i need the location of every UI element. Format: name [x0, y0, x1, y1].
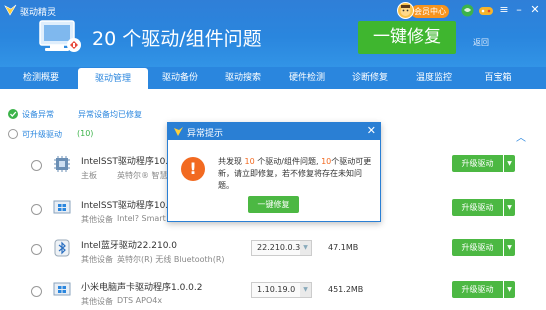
dialog-message: 共发现 10 个驱动/组件问题, 10个驱动可更新，请立即修复，若不修复将存在未… — [218, 156, 374, 192]
close-icon[interactable]: ✕ — [528, 3, 542, 17]
update-count: 10 — [321, 157, 332, 166]
tab-temp-monitor[interactable]: 温度监控 — [403, 67, 465, 89]
section-label: 可升级驱动 — [22, 130, 62, 139]
driver-category: 主板 — [81, 171, 97, 180]
problem-count: 10 — [244, 157, 255, 166]
one-click-repair-button[interactable]: 一键修复 — [358, 21, 456, 54]
driver-name: Intel蓝牙驱动22.210.0 — [81, 241, 178, 251]
vip-label: 会员中心 — [411, 5, 449, 18]
tab-toolbox[interactable]: 百宝箱 — [467, 67, 529, 89]
driver-category: 其他设备 — [81, 297, 113, 306]
version-select[interactable]: 22.210.0.3 ▼ — [251, 240, 312, 256]
chevron-down-icon[interactable]: ▼ — [504, 155, 515, 172]
row-select-radio[interactable] — [31, 204, 42, 215]
upgrade-driver-button[interactable]: 升级驱动 — [452, 239, 503, 256]
upgrade-driver-button[interactable]: 升级驱动 — [452, 281, 503, 298]
section-select-radio[interactable] — [8, 129, 18, 139]
header: 驱动精灵 会员中心 ≡ – ✕ 20 个驱动/组件问题 一键修复 返回 — [0, 0, 546, 67]
driver-device: DTS APO4x — [117, 296, 163, 305]
tab-driver-search[interactable]: 驱动搜索 — [212, 67, 274, 89]
upgrade-driver-button[interactable]: 升级驱动 — [452, 155, 503, 172]
chevron-down-icon[interactable]: ▼ — [300, 283, 311, 297]
driver-category: 其他设备 — [81, 255, 113, 264]
dialog-repair-button[interactable]: 一键修复 — [248, 196, 299, 213]
driver-size: 47.1MB — [328, 243, 359, 252]
version-value: 1.10.19.0 — [257, 285, 296, 294]
driver-device: 英特尔(R) 无线 Bluetooth(R) — [117, 255, 225, 264]
row-select-radio[interactable] — [31, 160, 42, 171]
app-logo-icon — [174, 127, 183, 136]
tab-hardware-check[interactable]: 硬件检测 — [276, 67, 338, 89]
driver-category: 其他设备 — [81, 215, 113, 224]
windows-icon — [53, 200, 71, 214]
version-value: 22.210.0.3 — [257, 243, 301, 252]
upgrade-driver-button[interactable]: 升级驱动 — [452, 199, 503, 216]
gamepad-icon[interactable] — [478, 4, 494, 17]
row-select-radio[interactable] — [31, 244, 42, 255]
windows-icon — [53, 282, 71, 296]
tab-bar: 检测概要 驱动管理 驱动备份 驱动搜索 硬件检测 诊断修复 温度监控 百宝箱 — [0, 67, 546, 89]
close-icon[interactable]: ✕ — [367, 124, 376, 138]
driver-name: 小米电脑声卡驱动程序1.0.0.2 — [81, 283, 203, 293]
section-count: (10) — [77, 129, 94, 138]
chevron-down-icon[interactable]: ▼ — [504, 281, 515, 298]
problem-count-title: 20 个驱动/组件问题 — [92, 28, 262, 50]
minimize-icon[interactable]: – — [512, 3, 526, 17]
avatar-face-icon — [400, 5, 411, 16]
driver-row: Intel蓝牙驱动22.210.0 其他设备 英特尔(R) 无线 Bluetoo… — [0, 234, 546, 266]
filter-abnormal[interactable]: 设备异常 — [22, 109, 54, 120]
driver-device: Intel? Smart S — [117, 214, 174, 223]
filter-repaired[interactable]: 异常设备均已修复 — [78, 109, 142, 120]
chevron-down-icon[interactable]: ▼ — [300, 241, 311, 255]
row-select-radio[interactable] — [31, 286, 42, 297]
repair-illustration-icon — [39, 20, 81, 52]
dialog-message-part: 共发现 — [218, 157, 245, 166]
dialog-title: 异常提示 — [187, 129, 224, 139]
bluetooth-icon — [54, 239, 70, 257]
tab-diagnose-repair[interactable]: 诊断修复 — [339, 67, 401, 89]
chevron-down-icon[interactable]: ▼ — [504, 239, 515, 256]
driver-size: 451.2MB — [328, 285, 364, 294]
check-icon[interactable] — [8, 109, 18, 119]
dialog-title-bar: 异常提示 ✕ — [168, 123, 380, 140]
chevron-down-icon[interactable]: ▼ — [504, 199, 515, 216]
driver-row: 小米电脑声卡驱动程序1.0.0.2 其他设备 DTS APO4x 1.10.19… — [0, 276, 546, 308]
tab-driver-backup[interactable]: 驱动备份 — [150, 67, 210, 89]
avatar — [397, 2, 414, 19]
app-logo-icon — [4, 4, 17, 16]
back-link[interactable]: 返回 — [473, 37, 489, 48]
warning-icon: ! — [181, 157, 205, 181]
globe-icon[interactable] — [461, 4, 474, 17]
tab-driver-management[interactable]: 驱动管理 — [78, 68, 148, 89]
version-select[interactable]: 1.10.19.0 ▼ — [251, 282, 312, 298]
chevron-up-icon[interactable]: ︿ — [516, 129, 526, 144]
tab-overview[interactable]: 检测概要 — [8, 67, 74, 89]
abnormal-alert-dialog: 异常提示 ✕ ! 共发现 10 个驱动/组件问题, 10个驱动可更新，请立即修复… — [167, 122, 381, 222]
chip-icon — [54, 156, 70, 172]
menu-icon[interactable]: ≡ — [497, 3, 511, 17]
dialog-message-part: 个驱动/组件问题, — [254, 157, 322, 166]
